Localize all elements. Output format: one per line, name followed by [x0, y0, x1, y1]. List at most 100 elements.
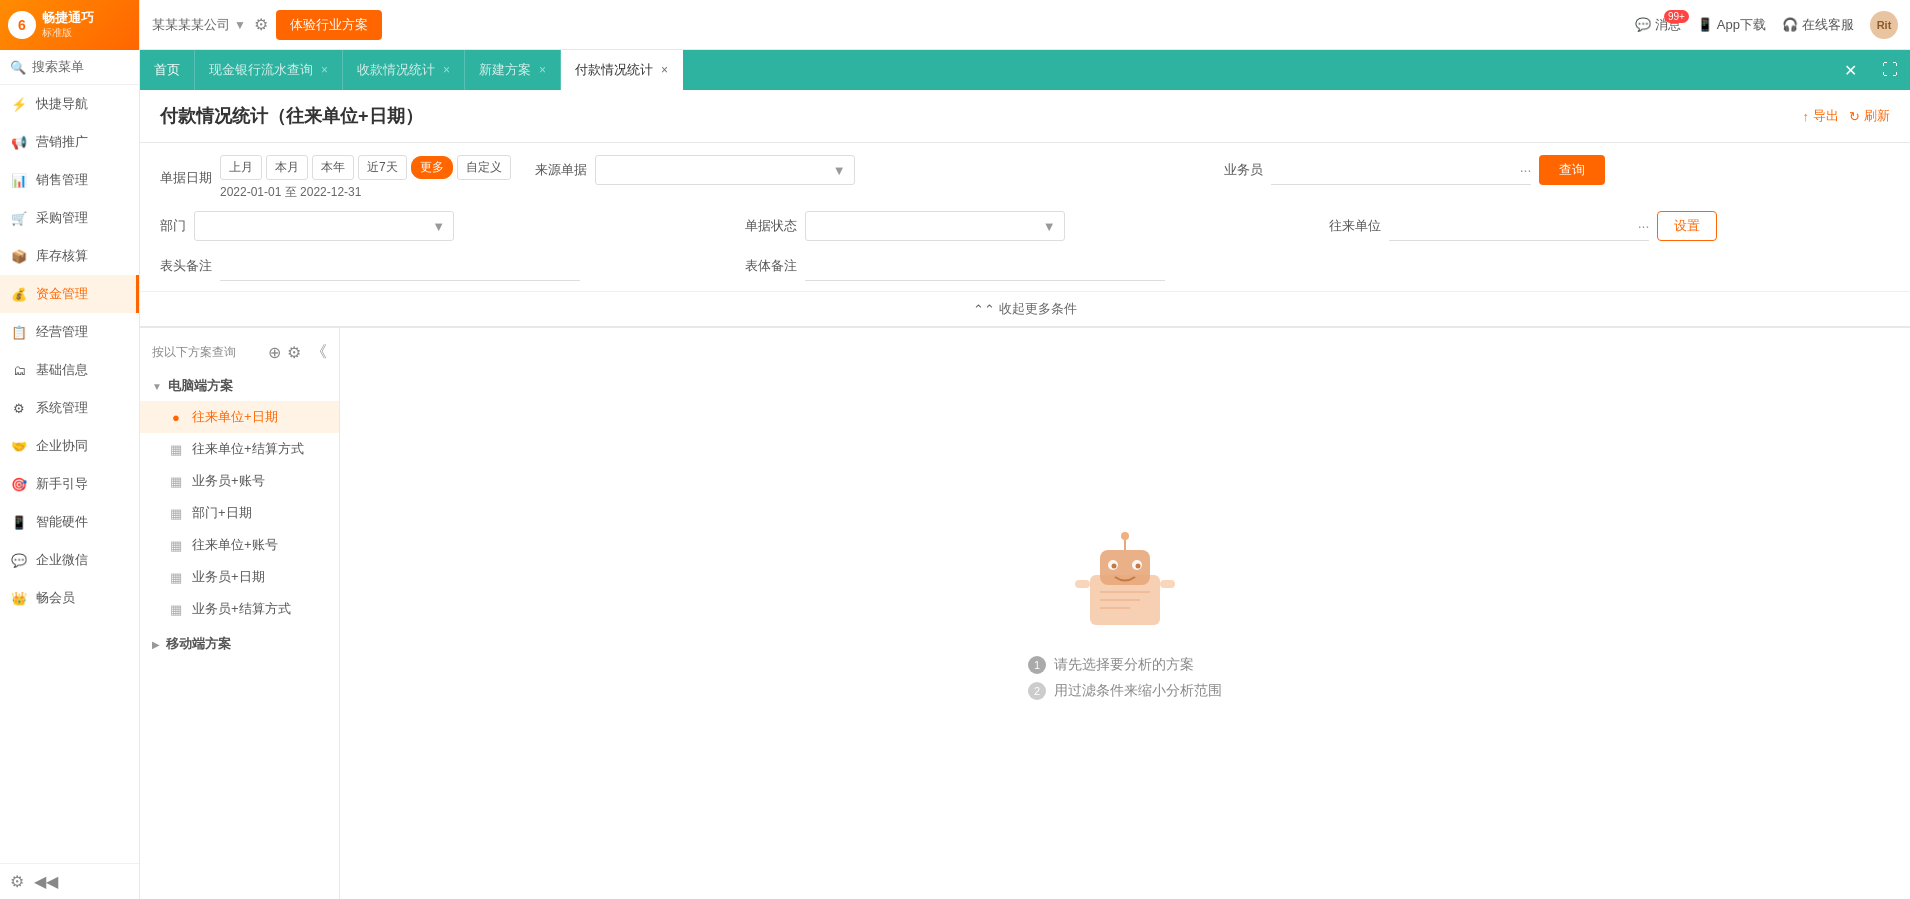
trial-btn[interactable]: 体验行业方案: [276, 10, 382, 40]
scheme-mobile-arrow: ▶: [152, 639, 160, 650]
sidebar-item-label: 经营管理: [36, 323, 88, 341]
scheme-item-partner-settle[interactable]: ▦ 往来单位+结算方式: [140, 433, 339, 465]
sidebar-item-hardware[interactable]: 📱 智能硬件: [0, 503, 139, 541]
sidebar-item-quick-nav[interactable]: ⚡ 快捷导航: [0, 85, 139, 123]
collapse-sidebar-btn[interactable]: ◀◀: [34, 872, 58, 891]
messages-btn[interactable]: 💬 消息 99+: [1635, 16, 1681, 34]
refresh-btn[interactable]: ↻ 刷新: [1849, 107, 1890, 125]
settings-footer-btn[interactable]: ⚙: [10, 872, 24, 891]
scheme-item-salesman-account[interactable]: ▦ 业务员+账号: [140, 465, 339, 497]
header-note-input[interactable]: [220, 251, 580, 281]
sidebar-item-guide[interactable]: 🎯 新手引导: [0, 465, 139, 503]
sidebar-item-label: 快捷导航: [36, 95, 88, 113]
company-selector[interactable]: 某某某某公司 ▼: [152, 16, 246, 34]
partner-input[interactable]: ···: [1389, 211, 1649, 241]
data-area: 1 请先选择要分析的方案 2 用过滤条件来缩小分析范围: [340, 328, 1910, 899]
sidebar: 6 畅捷通巧 标准版 🔍 搜索菜单 ⚡ 快捷导航 📢 营销推广 📊 销售管理 🛒…: [0, 0, 140, 899]
tip-1-text: 请先选择要分析的方案: [1054, 656, 1194, 674]
scheme-item-partner-account[interactable]: ▦ 往来单位+账号: [140, 529, 339, 561]
collapse-more-btn[interactable]: ⌃⌃ 收起更多条件: [140, 291, 1910, 327]
sidebar-item-inventory[interactable]: 📦 库存核算: [0, 237, 139, 275]
sidebar-item-finance[interactable]: 💰 资金管理: [0, 275, 139, 313]
add-scheme-icon[interactable]: ⊕: [268, 343, 281, 362]
date-more-btn[interactable]: 更多: [411, 156, 453, 179]
body-note-input[interactable]: [805, 251, 1165, 281]
tab-home-label: 首页: [154, 61, 180, 79]
sidebar-item-marketing[interactable]: 📢 营销推广: [0, 123, 139, 161]
scheme-item-salesman-date[interactable]: ▦ 业务员+日期: [140, 561, 339, 593]
empty-illustration: 1 请先选择要分析的方案 2 用过滤条件来缩小分析范围: [1028, 520, 1222, 708]
tab-bank-close-icon[interactable]: ×: [321, 63, 328, 77]
scheme-item-partner-date[interactable]: ● 往来单位+日期: [140, 401, 339, 433]
filter-date-group: 单据日期 上月 本月 本年 近7天 更多 自定义 2022-01-01 至 20…: [160, 155, 511, 201]
sidebar-item-label: 采购管理: [36, 209, 88, 227]
scheme-mobile-header[interactable]: ▶ 移动端方案: [140, 629, 339, 659]
sidebar-item-member[interactable]: 👑 畅会员: [0, 579, 139, 617]
salesman-input[interactable]: ···: [1271, 155, 1531, 185]
sidebar-item-system[interactable]: ⚙ 系统管理: [0, 389, 139, 427]
sidebar-item-purchase[interactable]: 🛒 采购管理: [0, 199, 139, 237]
filter-section: 单据日期 上月 本月 本年 近7天 更多 自定义 2022-01-01 至 20…: [140, 143, 1910, 328]
tab-new-plan-close-icon[interactable]: ×: [539, 63, 546, 77]
topbar: 某某某某公司 ▼ ⚙ 体验行业方案 💬 消息 99+ 📱 App下载 🎧 在线客…: [140, 0, 1910, 50]
collapse-label: 收起更多条件: [999, 300, 1077, 318]
refresh-icon: ↻: [1849, 109, 1860, 124]
partner-settle-icon: ▦: [168, 441, 184, 457]
close-all-tabs-btn[interactable]: ✕: [1830, 50, 1870, 90]
sidebar-item-wechat[interactable]: 💬 企业微信: [0, 541, 139, 579]
settings-scheme-icon[interactable]: ⚙: [287, 343, 301, 362]
sidebar-search[interactable]: 🔍 搜索菜单: [0, 50, 139, 85]
expand-tabs-btn[interactable]: ⛶: [1870, 50, 1910, 90]
partner-account-icon: ▦: [168, 537, 184, 553]
date-last-7d-btn[interactable]: 近7天: [358, 155, 407, 180]
tab-receivable-close-icon[interactable]: ×: [443, 63, 450, 77]
tab-payment[interactable]: 付款情况统计 ×: [561, 50, 683, 90]
scheme-item-label: 部门+日期: [192, 504, 252, 522]
tab-home[interactable]: 首页: [140, 50, 195, 90]
salesman-dots-icon: ···: [1520, 162, 1532, 178]
date-this-year-btn[interactable]: 本年: [312, 155, 354, 180]
system-icon: ⚙: [10, 399, 28, 417]
tab-bank[interactable]: 现金银行流水查询 ×: [195, 50, 343, 90]
date-last-month-btn[interactable]: 上月: [220, 155, 262, 180]
scheme-item-dept-date[interactable]: ▦ 部门+日期: [140, 497, 339, 529]
finance-icon: 💰: [10, 285, 28, 303]
sidebar-item-label: 智能硬件: [36, 513, 88, 531]
scheme-section-desktop: ▼ 电脑端方案 ● 往来单位+日期 ▦ 往来单位+结算方式 ▦ 业务员+账号: [140, 371, 339, 625]
sidebar-footer: ⚙ ◀◀: [0, 863, 139, 899]
dept-select[interactable]: ▼: [194, 211, 454, 241]
filter-body-note-group: 表体备注: [745, 251, 1306, 281]
svg-point-7: [1121, 532, 1129, 540]
company-chevron-icon: ▼: [234, 18, 246, 32]
scheme-desktop-title: 电脑端方案: [168, 377, 233, 395]
user-avatar[interactable]: Rit: [1870, 11, 1898, 39]
search-icon: 🔍: [10, 60, 26, 75]
partner-dots-icon: ···: [1638, 218, 1650, 234]
scheme-item-salesman-settle[interactable]: ▦ 业务员+结算方式: [140, 593, 339, 625]
scheme-item-label: 业务员+账号: [192, 472, 265, 490]
sidebar-item-basic[interactable]: 🗂 基础信息: [0, 351, 139, 389]
export-icon: ↑: [1803, 109, 1810, 124]
scheme-desktop-header[interactable]: ▼ 电脑端方案: [140, 371, 339, 401]
collapse-scheme-icon[interactable]: 《: [311, 342, 327, 363]
purchase-icon: 🛒: [10, 209, 28, 227]
avatar-text: Rit: [1877, 19, 1892, 31]
online-service-btn[interactable]: 🎧 在线客服: [1782, 16, 1854, 34]
tab-new-plan[interactable]: 新建方案 ×: [465, 50, 561, 90]
app-download-btn[interactable]: 📱 App下载: [1697, 16, 1766, 34]
guide-icon: 🎯: [10, 475, 28, 493]
source-select[interactable]: ▼: [595, 155, 855, 185]
topbar-settings-icon[interactable]: ⚙: [254, 15, 268, 34]
tab-receivable[interactable]: 收款情况统计 ×: [343, 50, 465, 90]
sidebar-item-corp[interactable]: 🤝 企业协同: [0, 427, 139, 465]
status-select[interactable]: ▼: [805, 211, 1065, 241]
settings-btn[interactable]: 设置: [1657, 211, 1717, 241]
date-custom-btn[interactable]: 自定义: [457, 155, 511, 180]
sidebar-item-operations[interactable]: 📋 经营管理: [0, 313, 139, 351]
member-icon: 👑: [10, 589, 28, 607]
tab-payment-close-icon[interactable]: ×: [661, 63, 668, 77]
export-btn[interactable]: ↑ 导出: [1803, 107, 1840, 125]
date-this-month-btn[interactable]: 本月: [266, 155, 308, 180]
sidebar-item-sales[interactable]: 📊 销售管理: [0, 161, 139, 199]
query-btn[interactable]: 查询: [1539, 155, 1605, 185]
